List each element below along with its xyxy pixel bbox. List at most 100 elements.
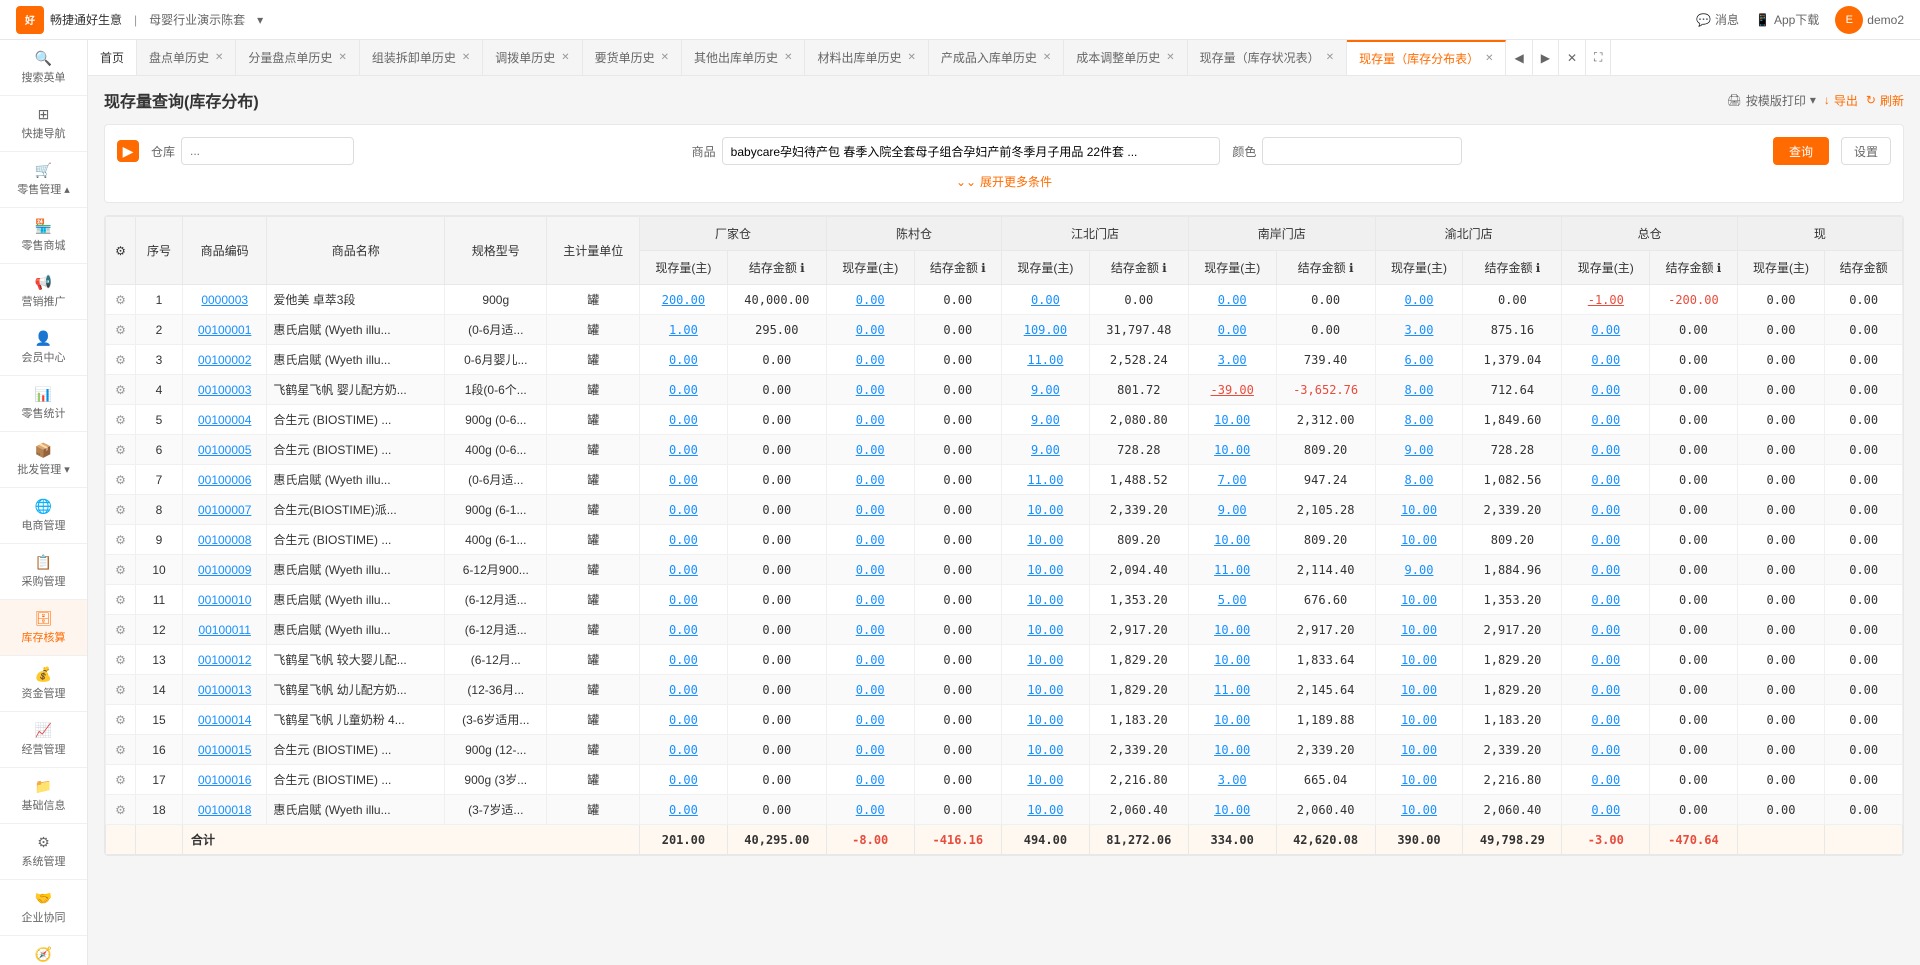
row-settings[interactable]: ⚙: [106, 285, 136, 315]
row-jb-qty: 11.00: [1002, 345, 1090, 375]
tab-nav-left[interactable]: ◀: [1506, 40, 1532, 76]
sum-cc-amt: -416.16: [914, 825, 1002, 855]
row-settings[interactable]: ⚙: [106, 315, 136, 345]
sidebar-item-purchase[interactable]: 📋 采购管理: [0, 544, 87, 600]
row-settings[interactable]: ⚙: [106, 345, 136, 375]
row-na-qty: 10.00: [1188, 795, 1276, 825]
row-cc-amt: 0.00: [914, 705, 1002, 735]
row-yb-qty: 10.00: [1375, 675, 1463, 705]
tab-material-out[interactable]: 材料出库单历史 ✕: [805, 40, 928, 76]
tab-sub-inventory-count[interactable]: 分量盘点单历史 ✕: [236, 40, 359, 76]
row-settings[interactable]: ⚙: [106, 405, 136, 435]
export-button[interactable]: ↓ 导出: [1824, 92, 1858, 109]
row-settings[interactable]: ⚙: [106, 435, 136, 465]
sidebar-item-ecommerce[interactable]: 🌐 电商管理: [0, 488, 87, 544]
col-settings-header[interactable]: ⚙: [106, 217, 136, 285]
tab-product-in[interactable]: 产成品入库单历史 ✕: [929, 40, 1064, 76]
search-button[interactable]: 查询: [1773, 137, 1829, 165]
tab-close-allocation[interactable]: ✕: [561, 52, 569, 63]
tab-close-stock-dist[interactable]: ✕: [1485, 53, 1493, 64]
color-input[interactable]: [1262, 137, 1462, 165]
col-cc-header: 陈村仓: [826, 217, 1001, 251]
yb-qty-header: 现存量(主): [1375, 251, 1463, 285]
product-input[interactable]: [722, 137, 1221, 165]
row-settings[interactable]: ⚙: [106, 495, 136, 525]
tab-close-product-in[interactable]: ✕: [1043, 52, 1051, 63]
expand-conditions-button[interactable]: ⌄⌄ 展开更多条件: [956, 173, 1052, 190]
row-index: 2: [136, 315, 183, 345]
tab-inventory-count[interactable]: 盘点单历史 ✕: [137, 40, 236, 76]
tab-purchase-request[interactable]: 要货单历史 ✕: [583, 40, 682, 76]
tab-other-out[interactable]: 其他出库单历史 ✕: [682, 40, 805, 76]
tab-close-purchase-request[interactable]: ✕: [661, 52, 669, 63]
tab-close-stock-status[interactable]: ✕: [1326, 52, 1334, 63]
message-button[interactable]: 💬 消息: [1696, 11, 1739, 28]
tab-nav-right[interactable]: ▶: [1533, 40, 1559, 76]
tab-close-inventory-count[interactable]: ✕: [215, 52, 223, 63]
filter-expand-button[interactable]: ▶: [117, 140, 139, 162]
sidebar-item-guide[interactable]: 🧭 新手引导: [0, 936, 87, 965]
row-settings[interactable]: ⚙: [106, 525, 136, 555]
sidebar-item-corp[interactable]: 🤝 企业协同: [0, 880, 87, 936]
row-settings[interactable]: ⚙: [106, 465, 136, 495]
sidebar-item-member[interactable]: 👤 会员中心: [0, 320, 87, 376]
warehouse-filter: 仓库: [151, 137, 680, 165]
sidebar-item-finance[interactable]: 💰 资金管理: [0, 656, 87, 712]
row-settings[interactable]: ⚙: [106, 645, 136, 675]
sum-yb-qty: 390.00: [1375, 825, 1463, 855]
row-cur-qty: 0.00: [1737, 465, 1825, 495]
row-settings[interactable]: ⚙: [106, 705, 136, 735]
sidebar-item-nav[interactable]: ⊞ 快捷导航: [0, 96, 87, 152]
sidebar-item-basics[interactable]: 📁 基础信息: [0, 768, 87, 824]
warehouse-input[interactable]: [181, 137, 354, 165]
row-total-amt: 0.00: [1650, 405, 1738, 435]
tab-assembly[interactable]: 组装拆卸单历史 ✕: [360, 40, 483, 76]
tab-nav-close[interactable]: ✕: [1559, 40, 1586, 76]
row-settings[interactable]: ⚙: [106, 735, 136, 765]
row-settings[interactable]: ⚙: [106, 765, 136, 795]
row-settings[interactable]: ⚙: [106, 675, 136, 705]
row-settings[interactable]: ⚙: [106, 795, 136, 825]
setting-button[interactable]: 设置: [1841, 137, 1891, 165]
tab-close-other-out[interactable]: ✕: [784, 52, 792, 63]
sidebar-item-system[interactable]: ⚙ 系统管理: [0, 824, 87, 880]
user-area[interactable]: E demo2: [1835, 6, 1904, 34]
tab-cost-adjust[interactable]: 成本调整单历史 ✕: [1064, 40, 1187, 76]
row-cc-qty: 0.00: [826, 315, 914, 345]
row-settings[interactable]: ⚙: [106, 555, 136, 585]
tab-close-sub-inventory-count[interactable]: ✕: [338, 52, 346, 63]
row-ck-amt: 0.00: [727, 435, 826, 465]
row-settings[interactable]: ⚙: [106, 615, 136, 645]
tab-close-cost-adjust[interactable]: ✕: [1166, 52, 1174, 63]
dropdown-icon[interactable]: ▾: [257, 13, 263, 27]
row-na-qty: 3.00: [1188, 345, 1276, 375]
row-total-amt: 0.00: [1650, 495, 1738, 525]
sidebar-item-retail-store[interactable]: 🏪 零售商城: [0, 208, 87, 264]
tab-stock-status[interactable]: 现存量（库存状况表）✕: [1188, 40, 1347, 76]
print-button[interactable]: 🖨 按模版打印 ▾: [1727, 92, 1816, 109]
sum-ck-qty: 201.00: [640, 825, 728, 855]
row-cur-qty: 0.00: [1737, 435, 1825, 465]
sidebar-item-search[interactable]: 🔍 搜索英单: [0, 40, 87, 96]
sidebar-item-marketing[interactable]: 📢 营销推广: [0, 264, 87, 320]
sidebar-item-retail-mgmt[interactable]: 🛒 零售管理 ▴: [0, 152, 87, 208]
sidebar-item-inventory[interactable]: 🗄 库存核算: [0, 600, 87, 656]
row-yb-qty: 10.00: [1375, 495, 1463, 525]
tab-stock-dist[interactable]: 现存量（库存分布表）✕: [1347, 40, 1506, 76]
app-download-button[interactable]: 📱 App下载: [1755, 11, 1819, 28]
tab-close-material-out[interactable]: ✕: [907, 52, 915, 63]
sidebar-item-operations[interactable]: 📈 经营管理: [0, 712, 87, 768]
sidebar-item-wholesale[interactable]: 📦 批发管理 ▾: [0, 432, 87, 488]
row-ck-qty: 0.00: [640, 585, 728, 615]
row-settings[interactable]: ⚙: [106, 375, 136, 405]
sidebar-item-retail-stats[interactable]: 📊 零售统计: [0, 376, 87, 432]
tab-nav-expand[interactable]: ⛶: [1586, 40, 1611, 76]
refresh-button[interactable]: ↻ 刷新: [1866, 92, 1904, 109]
row-yb-qty: 9.00: [1375, 555, 1463, 585]
row-settings[interactable]: ⚙: [106, 585, 136, 615]
tab-home[interactable]: 首页: [88, 40, 137, 76]
ck-qty-header: 现存量(主): [640, 251, 728, 285]
tab-allocation[interactable]: 调拨单历史 ✕: [483, 40, 582, 76]
tab-close-assembly[interactable]: ✕: [462, 52, 470, 63]
row-code: 00100013: [183, 675, 267, 705]
